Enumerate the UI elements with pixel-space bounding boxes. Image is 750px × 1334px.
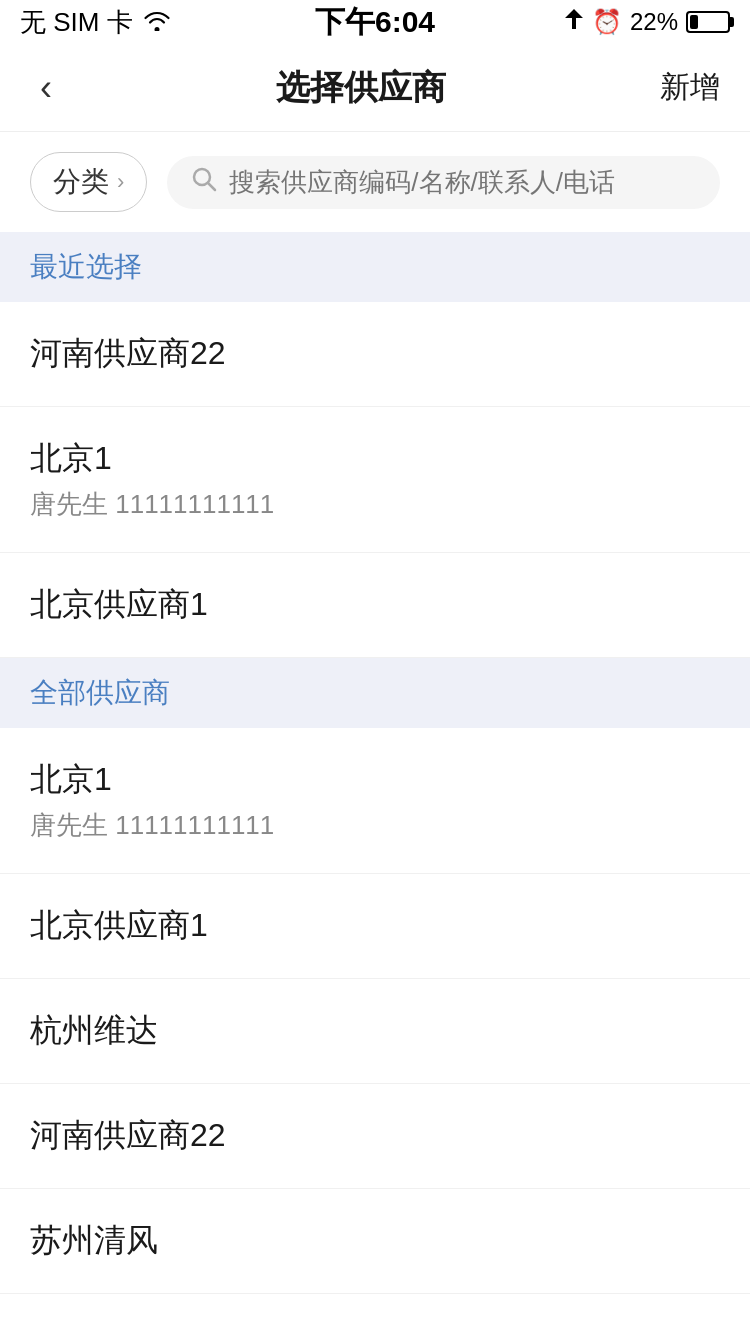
- item-name: 杭州维达: [30, 1009, 720, 1053]
- item-contact: 唐先生 11111111111: [30, 487, 720, 522]
- chevron-right-icon: ›: [117, 169, 124, 195]
- recent-list: 河南供应商22 北京1 唐先生 11111111111 北京供应商1: [0, 302, 750, 658]
- search-input[interactable]: [229, 167, 696, 198]
- battery-icon: [686, 11, 730, 33]
- search-icon: [191, 166, 217, 199]
- item-name: 苏州清风: [30, 1219, 720, 1263]
- item-name: 河南供应商22: [30, 1114, 720, 1158]
- no-sim-text: 无 SIM 卡: [20, 5, 133, 40]
- page-title: 选择供应商: [276, 65, 446, 111]
- add-button[interactable]: 新增: [660, 67, 720, 108]
- search-box: [167, 156, 720, 209]
- list-item[interactable]: 苏州清风: [0, 1189, 750, 1294]
- nav-bar: ‹ 选择供应商 新增: [0, 44, 750, 132]
- recent-section-header: 最近选择: [0, 232, 750, 302]
- list-item[interactable]: 河南供应商22: [0, 302, 750, 407]
- item-contact: 唐先生 11111111111: [30, 808, 720, 843]
- item-name: 北京1: [30, 437, 720, 481]
- wifi-icon: [143, 7, 171, 38]
- item-name: 河南供应商22: [30, 332, 720, 376]
- svg-line-1: [208, 183, 215, 190]
- back-button[interactable]: ‹: [30, 57, 62, 119]
- status-left: 无 SIM 卡: [20, 5, 171, 40]
- status-bar: 无 SIM 卡 下午6:04 ⏰ 22%: [0, 0, 750, 44]
- item-name: 北京供应商1: [30, 904, 720, 948]
- list-item[interactable]: 北京1 唐先生 11111111111: [0, 407, 750, 553]
- list-item[interactable]: 杭州维达: [0, 979, 750, 1084]
- status-time: 下午6:04: [315, 2, 435, 43]
- all-section-header: 全部供应商: [0, 658, 750, 728]
- list-item[interactable]: 北京供应商1: [0, 553, 750, 658]
- all-list: 北京1 唐先生 11111111111 北京供应商1 杭州维达河南供应商22 苏州清风: [0, 728, 750, 1294]
- all-section-label: 全部供应商: [30, 677, 170, 708]
- list-item[interactable]: 北京1 唐先生 11111111111: [0, 728, 750, 874]
- category-button[interactable]: 分类 ›: [30, 152, 147, 212]
- item-name: 北京1: [30, 758, 720, 802]
- location-icon: [564, 8, 584, 36]
- list-item[interactable]: 北京供应商1: [0, 874, 750, 979]
- category-label: 分类: [53, 163, 109, 201]
- filter-bar: 分类 ›: [0, 132, 750, 232]
- status-right: ⏰ 22%: [564, 8, 730, 36]
- alarm-icon: ⏰: [592, 8, 622, 36]
- list-item[interactable]: 河南供应商22: [0, 1084, 750, 1189]
- item-name: 北京供应商1: [30, 583, 720, 627]
- recent-section-label: 最近选择: [30, 251, 142, 282]
- battery-percentage: 22%: [630, 8, 678, 36]
